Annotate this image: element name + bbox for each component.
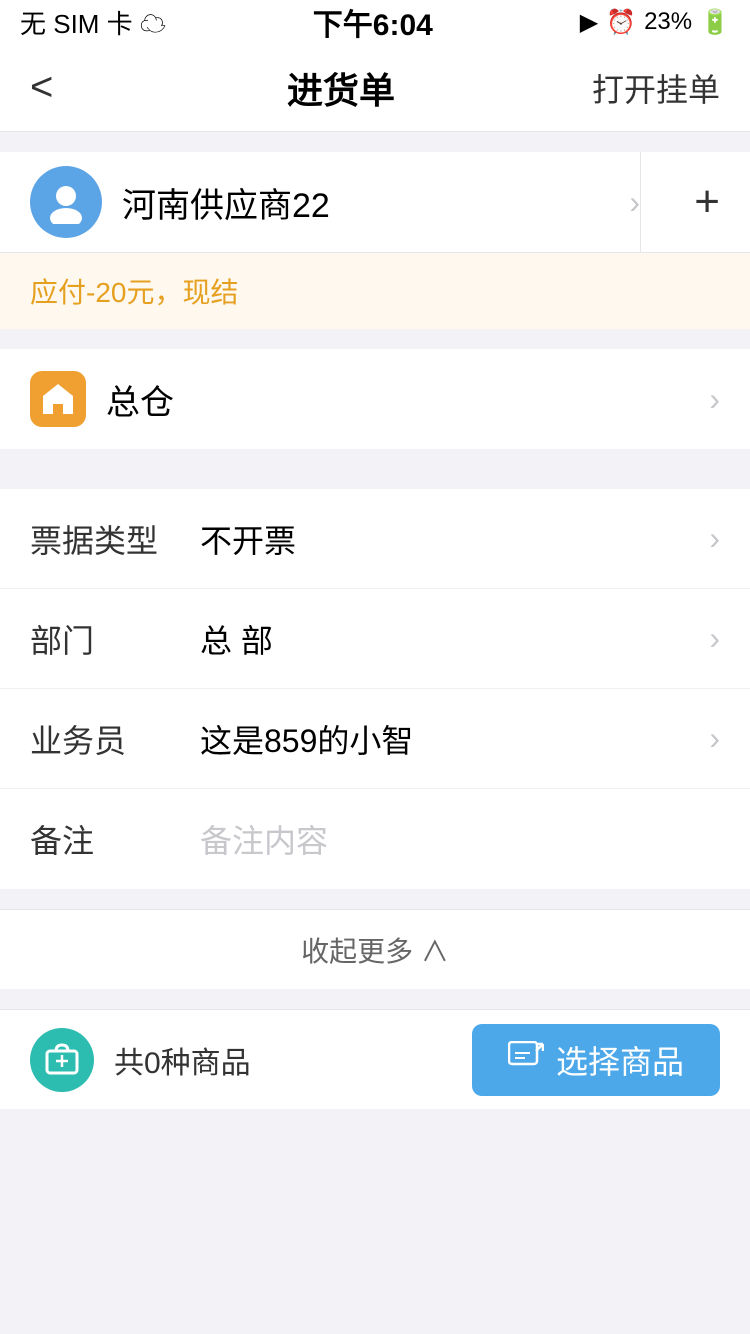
product-icon [30, 1028, 94, 1092]
salesperson-chevron-icon: › [709, 720, 720, 757]
status-left: 无 SIM 卡 ☁ [20, 4, 166, 41]
location-icon: ▶ [580, 8, 598, 37]
invoice-type-label: 票据类型 [30, 516, 190, 562]
section-gap-2 [0, 329, 750, 349]
warehouse-section[interactable]: 总仓 › [0, 349, 750, 449]
department-label: 部门 [30, 616, 190, 662]
salesperson-label: 业务员 [30, 716, 190, 762]
collapse-bar[interactable]: 收起更多 ∧ [0, 909, 750, 989]
supplier-section: 河南供应商22 › + [0, 152, 750, 253]
avatar-icon [44, 180, 88, 224]
supplier-chevron-icon: › [629, 184, 640, 221]
warehouse-name: 总仓 [106, 375, 699, 424]
page-title: 进货单 [287, 62, 395, 114]
bottom-bar: 共0种商品 选择商品 [0, 1009, 750, 1109]
battery-text: 23% [644, 8, 692, 36]
signal-text: 无 SIM 卡 ☁ [20, 4, 166, 41]
salesperson-row[interactable]: 业务员 这是859的小智 › [0, 689, 750, 789]
house-icon [41, 382, 75, 416]
main-content: 河南供应商22 › + 应付-20元，现结 总仓 › 票据类型 不开票 › 部门… [0, 132, 750, 1334]
product-count: 共0种商品 [114, 1038, 472, 1082]
invoice-type-row[interactable]: 票据类型 不开票 › [0, 489, 750, 589]
cart-icon [43, 1041, 81, 1079]
department-row[interactable]: 部门 总 部 › [0, 589, 750, 689]
notice-bar: 应付-20元，现结 [0, 253, 750, 329]
status-right: ▶ ⏰ 23% 🔋 [580, 8, 730, 37]
remark-input[interactable]: 备注内容 [190, 816, 720, 862]
select-product-button[interactable]: 选择商品 [472, 1024, 720, 1096]
warehouse-chevron-icon: › [709, 381, 720, 418]
alarm-icon: ⏰ [606, 8, 636, 37]
invoice-type-chevron-icon: › [709, 520, 720, 557]
department-value: 总 部 [190, 616, 699, 662]
form-section: 票据类型 不开票 › 部门 总 部 › 业务员 这是859的小智 › 备注 备注… [0, 489, 750, 889]
section-gap-3 [0, 449, 750, 469]
nav-bar: < 进货单 打开挂单 [0, 44, 750, 132]
battery-icon: 🔋 [700, 8, 730, 37]
supplier-avatar [30, 166, 102, 238]
remark-row[interactable]: 备注 备注内容 [0, 789, 750, 889]
notice-text: 应付-20元，现结 [30, 277, 238, 308]
plus-icon: + [694, 177, 720, 227]
select-product-icon [508, 1041, 544, 1079]
status-bar: 无 SIM 卡 ☁ 下午6:04 ▶ ⏰ 23% 🔋 [0, 0, 750, 44]
select-product-label: 选择商品 [556, 1037, 684, 1083]
status-time: 下午6:04 [313, 0, 433, 44]
supplier-name: 河南供应商22 [122, 178, 619, 227]
add-supplier-button[interactable]: + [640, 152, 720, 252]
department-chevron-icon: › [709, 620, 720, 657]
supplier-row[interactable]: 河南供应商22 › [30, 152, 640, 252]
collapse-text: 收起更多 ∧ [301, 930, 449, 970]
invoice-type-value: 不开票 [190, 516, 699, 562]
warehouse-icon [30, 371, 86, 427]
back-button[interactable]: < [30, 65, 90, 110]
salesperson-value: 这是859的小智 [190, 716, 699, 762]
open-pending-button[interactable]: 打开挂单 [592, 65, 720, 111]
remark-label: 备注 [30, 816, 190, 862]
section-gap-1 [0, 132, 750, 152]
